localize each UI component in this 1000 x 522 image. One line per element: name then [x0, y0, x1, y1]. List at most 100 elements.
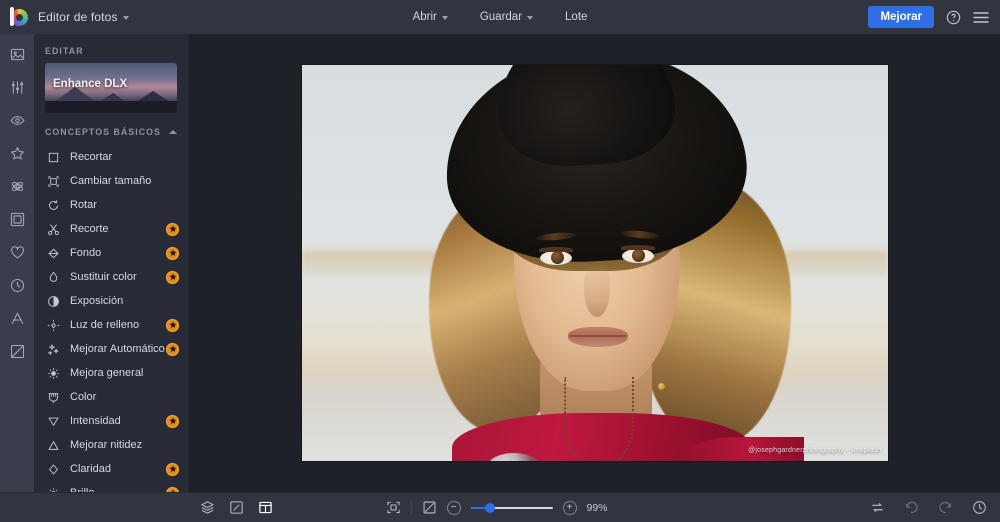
fill-light-icon — [46, 318, 61, 333]
split-view-icon[interactable] — [258, 500, 273, 515]
premium-badge — [166, 247, 179, 260]
tool-label: Claridad — [70, 463, 111, 475]
app-title-label: Editor de fotos — [38, 10, 118, 24]
tool-item-recorte[interactable]: Recorte — [34, 217, 188, 241]
question-circle-icon[interactable] — [946, 10, 961, 25]
compare-icon[interactable] — [229, 500, 244, 515]
zoom-slider-knob[interactable] — [485, 503, 495, 513]
top-bar-right: Mejorar — [868, 6, 1000, 28]
tool-item-mejorar-automatico[interactable]: Mejorar Automático — [34, 337, 188, 361]
tool-item-fondo[interactable]: Fondo — [34, 241, 188, 265]
stamp-icon[interactable] — [7, 275, 27, 295]
edit-tools-list: Recortar Cambiar tamaño — [34, 145, 188, 492]
fit-to-screen-icon[interactable] — [386, 500, 401, 515]
zoom-slider[interactable] — [471, 501, 553, 515]
photo-earring — [658, 383, 665, 390]
chevron-down-icon — [527, 16, 533, 20]
premium-badge — [166, 415, 179, 428]
zoom-in-button[interactable]: + — [563, 501, 577, 515]
tool-item-color[interactable]: Color — [34, 385, 188, 409]
star-icon[interactable] — [7, 143, 27, 163]
tool-rail — [0, 34, 34, 492]
menu-item-abrir-label: Abrir — [413, 11, 437, 23]
exposure-icon — [46, 294, 61, 309]
history-icon[interactable] — [972, 500, 987, 515]
loop-icon[interactable] — [870, 500, 885, 515]
menu-item-lote-label: Lote — [565, 11, 587, 23]
tool-label: Exposición — [70, 295, 123, 307]
resize-icon — [46, 174, 61, 189]
tool-item-intensidad[interactable]: Intensidad — [34, 409, 188, 433]
top-bar: Editor de fotos Abrir Guardar Lote Mejor… — [0, 0, 1000, 34]
tool-item-rotar[interactable]: Rotar — [34, 193, 188, 217]
tool-label: Mejora general — [70, 367, 143, 379]
tool-label: Cambiar tamaño — [70, 175, 151, 187]
edit-panel: EDITAR Enhance DLX CONCEPTOS BÁSICOS Rec… — [34, 34, 189, 492]
atom-icon[interactable] — [7, 176, 27, 196]
menu-item-guardar[interactable]: Guardar — [477, 7, 536, 27]
sharpen-icon — [46, 438, 61, 453]
tool-item-mejorar-nitidez[interactable]: Mejorar nitidez — [34, 433, 188, 457]
photo-lips — [568, 327, 628, 347]
auto-enhance-icon — [46, 342, 61, 357]
premium-badge — [166, 463, 179, 476]
rotate-icon — [46, 198, 61, 213]
frame-icon[interactable] — [7, 209, 27, 229]
section-header-basics[interactable]: CONCEPTOS BÁSICOS — [34, 113, 188, 145]
app-title[interactable]: Editor de fotos — [38, 10, 129, 24]
zoom-out-button[interactable]: − — [447, 501, 461, 515]
section-title: CONCEPTOS BÁSICOS — [45, 127, 161, 137]
color-icon — [46, 390, 61, 405]
tool-label: Sustituir color — [70, 271, 137, 283]
tool-item-brillo[interactable]: Brillo — [34, 481, 188, 492]
eye-icon[interactable] — [7, 110, 27, 130]
mask-icon[interactable] — [7, 341, 27, 361]
photo-editor-window: Editor de fotos Abrir Guardar Lote Mejor… — [0, 0, 1000, 522]
tool-item-recortar[interactable]: Recortar — [34, 145, 188, 169]
tool-label: Recorte — [70, 223, 109, 235]
edited-photo[interactable]: @josephgardnerphotography - Unsplash — [302, 65, 888, 461]
chevron-down-icon — [442, 16, 448, 20]
layers-icon[interactable] — [200, 500, 215, 515]
heart-icon[interactable] — [7, 242, 27, 262]
premium-badge — [166, 319, 179, 332]
brand-area[interactable]: Editor de fotos — [0, 7, 129, 28]
image-icon[interactable] — [7, 44, 27, 64]
divider — [411, 500, 412, 515]
clarity-icon — [46, 462, 61, 477]
top-menu: Abrir Guardar Lote — [0, 7, 1000, 27]
photo-nose — [584, 261, 610, 317]
menu-item-abrir[interactable]: Abrir — [410, 7, 451, 27]
menu-item-lote[interactable]: Lote — [562, 7, 590, 27]
redo-icon[interactable] — [938, 500, 953, 515]
droplet-icon — [46, 270, 61, 285]
tool-label: Color — [70, 391, 96, 403]
sliders-icon[interactable] — [7, 77, 27, 97]
global-enhance-icon — [46, 366, 61, 381]
hamburger-menu-icon[interactable] — [973, 11, 989, 24]
tool-item-claridad[interactable]: Claridad — [34, 457, 188, 481]
chevron-up-icon — [169, 130, 177, 134]
tool-item-mejora-general[interactable]: Mejora general — [34, 361, 188, 385]
tool-item-luz-de-relleno[interactable]: Luz de relleno — [34, 313, 188, 337]
bottom-bar: − + 99% — [0, 492, 1000, 522]
tool-item-cambiar-tamano[interactable]: Cambiar tamaño — [34, 169, 188, 193]
tool-item-exposicion[interactable]: Exposición — [34, 289, 188, 313]
tool-label: Fondo — [70, 247, 101, 259]
premium-badge — [166, 343, 179, 356]
enhance-dlx-promo[interactable]: Enhance DLX — [45, 63, 177, 113]
image-canvas[interactable]: @josephgardnerphotography - Unsplash — [189, 34, 1000, 492]
photo-credit: @josephgardnerphotography - Unsplash — [748, 447, 881, 454]
tool-item-sustituir-color[interactable]: Sustituir color — [34, 265, 188, 289]
tool-label: Luz de relleno — [70, 319, 139, 331]
panel-title: EDITAR — [34, 34, 188, 63]
photo-eyelid-left — [539, 247, 573, 252]
photo-iris-left — [551, 251, 564, 264]
upgrade-button[interactable]: Mejorar — [868, 6, 934, 28]
actual-size-icon[interactable] — [422, 500, 437, 515]
text-icon[interactable] — [7, 308, 27, 328]
tool-label: Intensidad — [70, 415, 121, 427]
undo-icon[interactable] — [904, 500, 919, 515]
color-wheel-logo-icon — [8, 7, 29, 28]
menu-item-guardar-label: Guardar — [480, 11, 522, 23]
